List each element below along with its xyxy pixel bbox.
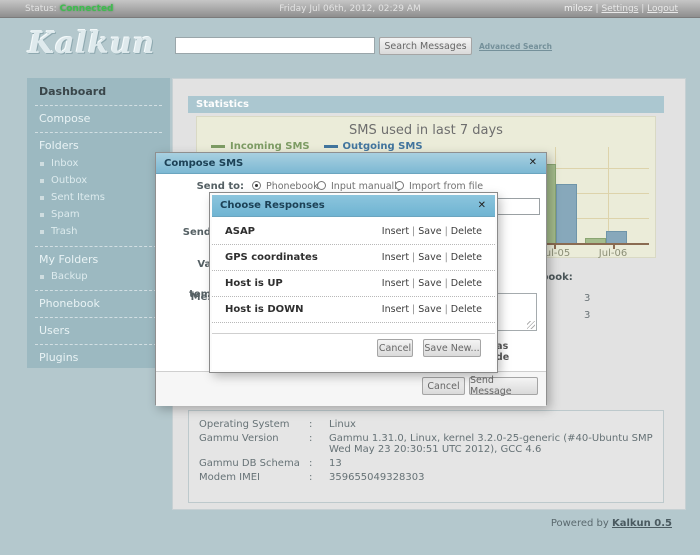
user-menu: milosz | Settings | Logout xyxy=(564,4,678,14)
info-row-db-schema: Gammu DB Schema : 13 xyxy=(199,458,342,469)
radio-phonebook-label[interactable]: Phonebook xyxy=(266,181,319,192)
sidebar-item-plugins[interactable]: Plugins xyxy=(27,351,170,364)
send-to-label: Send to: xyxy=(196,181,244,192)
delete-link[interactable]: Delete xyxy=(451,226,482,237)
choose-responses-modal: Choose Responses ✕ ASAP Insert | Save | Dele… xyxy=(209,192,498,373)
username: milosz xyxy=(563,3,593,14)
insert-link[interactable]: Insert xyxy=(382,278,409,289)
save-link[interactable]: Save xyxy=(418,278,441,289)
radio-input-manually[interactable] xyxy=(317,181,326,190)
kalkun-logo: Kalkun xyxy=(28,26,156,61)
info-row-gammu-version: Gammu Version : Gammu 1.31.0, Linux, ker… xyxy=(199,433,653,455)
radio-import-from-file-label[interactable]: Import from file xyxy=(409,181,483,192)
bullet-icon xyxy=(40,179,44,183)
gridline xyxy=(608,147,609,243)
close-icon[interactable]: ✕ xyxy=(529,157,537,168)
separator: | xyxy=(641,3,645,14)
info-row-modem-imei: Modem IMEI : 359655049328303 xyxy=(199,472,425,483)
sidebar-item-trash[interactable]: Trash xyxy=(27,226,170,237)
incoming-dash-icon xyxy=(211,144,225,148)
divider xyxy=(35,105,162,106)
sidebar-section-folders[interactable]: Folders xyxy=(27,139,170,152)
system-info-box: Operating System : Linux Gammu Version :… xyxy=(188,410,664,503)
separator: | xyxy=(595,3,599,14)
insert-link[interactable]: Insert xyxy=(382,226,409,237)
info-row-os: Operating System : Linux xyxy=(199,419,356,430)
legend-outgoing: Outgoing SMS xyxy=(323,141,423,152)
close-icon[interactable]: ✕ xyxy=(478,200,486,211)
divider xyxy=(35,132,162,133)
delete-link[interactable]: Delete xyxy=(451,304,482,315)
statistics-header: Statistics xyxy=(188,96,664,113)
insert-link[interactable]: Insert xyxy=(382,304,409,315)
sidebar-item-inbox[interactable]: Inbox xyxy=(27,158,170,169)
phonebook-summary-value: 3 xyxy=(584,293,591,304)
chart-title: SMS used in last 7 days xyxy=(349,123,503,138)
response-row: GPS coordinates Insert | Save | Delete xyxy=(212,245,495,271)
response-name: Host is UP xyxy=(225,278,283,289)
insert-link[interactable]: Insert xyxy=(382,252,409,263)
divider xyxy=(35,290,162,291)
bar-outgoing xyxy=(556,184,577,243)
bullet-icon xyxy=(40,196,44,200)
response-row: ASAP Insert | Save | Delete xyxy=(212,219,495,245)
bar-outgoing xyxy=(606,231,627,243)
sidebar-item-compose[interactable]: Compose xyxy=(27,112,170,125)
kalkun-app: Status: Connected Friday Jul 06th, 2012,… xyxy=(0,0,700,555)
response-name: ASAP xyxy=(225,226,256,237)
chart-legend: Incoming SMS Outgoing SMS xyxy=(211,141,423,152)
bullet-icon xyxy=(40,275,44,279)
compose-modal-header[interactable]: Compose SMS ✕ xyxy=(156,153,546,174)
legend-incoming: Incoming SMS xyxy=(211,141,310,152)
footer: Powered by Kalkun 0.5 xyxy=(550,518,672,529)
responses-cancel-button[interactable]: Cancel xyxy=(377,339,413,357)
sidebar-item-sent-items[interactable]: Sent Items xyxy=(27,192,170,203)
send-message-button[interactable]: Send Message xyxy=(469,375,538,397)
bullet-icon xyxy=(40,230,44,234)
response-row: Host is UP Insert | Save | Delete xyxy=(212,271,495,297)
sidebar-section-my-folders[interactable]: My FoldersAdd xyxy=(27,253,186,266)
sidebar-item-dashboard[interactable]: Dashboard xyxy=(27,85,170,98)
response-name: GPS coordinates xyxy=(225,252,318,263)
sidebar-item-phonebook[interactable]: Phonebook xyxy=(27,297,170,310)
x-tick-label: Jul-06 xyxy=(598,248,628,259)
divider xyxy=(35,246,162,247)
response-name: Host is DOWN xyxy=(225,304,304,315)
search-messages-button[interactable]: Search Messages xyxy=(379,37,472,55)
sidebar-item-spam[interactable]: Spam xyxy=(27,209,170,220)
radio-phonebook[interactable] xyxy=(252,181,261,190)
advanced-search-link[interactable]: Advanced Search xyxy=(479,42,552,51)
save-link[interactable]: Save xyxy=(418,226,441,237)
resize-grip[interactable] xyxy=(527,321,535,329)
logout-link[interactable]: Logout xyxy=(647,4,678,14)
bullet-icon xyxy=(40,162,44,166)
radio-import-from-file[interactable] xyxy=(395,181,404,190)
outgoing-dash-icon xyxy=(323,144,338,148)
save-link[interactable]: Save xyxy=(418,252,441,263)
delete-link[interactable]: Delete xyxy=(451,278,482,289)
sidebar-item-users[interactable]: Users xyxy=(27,324,170,337)
settings-link[interactable]: Settings xyxy=(601,4,638,14)
search-input[interactable] xyxy=(175,37,375,54)
sidebar-item-outbox[interactable]: Outbox xyxy=(27,175,170,186)
save-link[interactable]: Save xyxy=(418,304,441,315)
sidebar-item-backup[interactable]: Backup xyxy=(27,271,170,282)
response-row: Host is DOWN Insert | Save | Delete xyxy=(212,297,495,323)
radio-input-manually-label[interactable]: Input manually xyxy=(331,181,402,192)
top-status-bar: Status: Connected Friday Jul 06th, 2012,… xyxy=(0,0,700,18)
responses-modal-header[interactable]: Choose Responses ✕ xyxy=(212,195,495,217)
kalkun-version-link[interactable]: Kalkun 0.5 xyxy=(612,518,672,529)
compose-cancel-button[interactable]: Cancel xyxy=(422,377,465,395)
save-new-button[interactable]: Save New... xyxy=(423,339,481,357)
phonebook-summary-value: 3 xyxy=(584,310,591,321)
bullet-icon xyxy=(40,213,44,217)
divider xyxy=(35,317,162,318)
sidebar: Dashboard Compose Folders Inbox Outbox S… xyxy=(27,78,186,368)
delete-link[interactable]: Delete xyxy=(451,252,482,263)
divider xyxy=(35,344,162,345)
